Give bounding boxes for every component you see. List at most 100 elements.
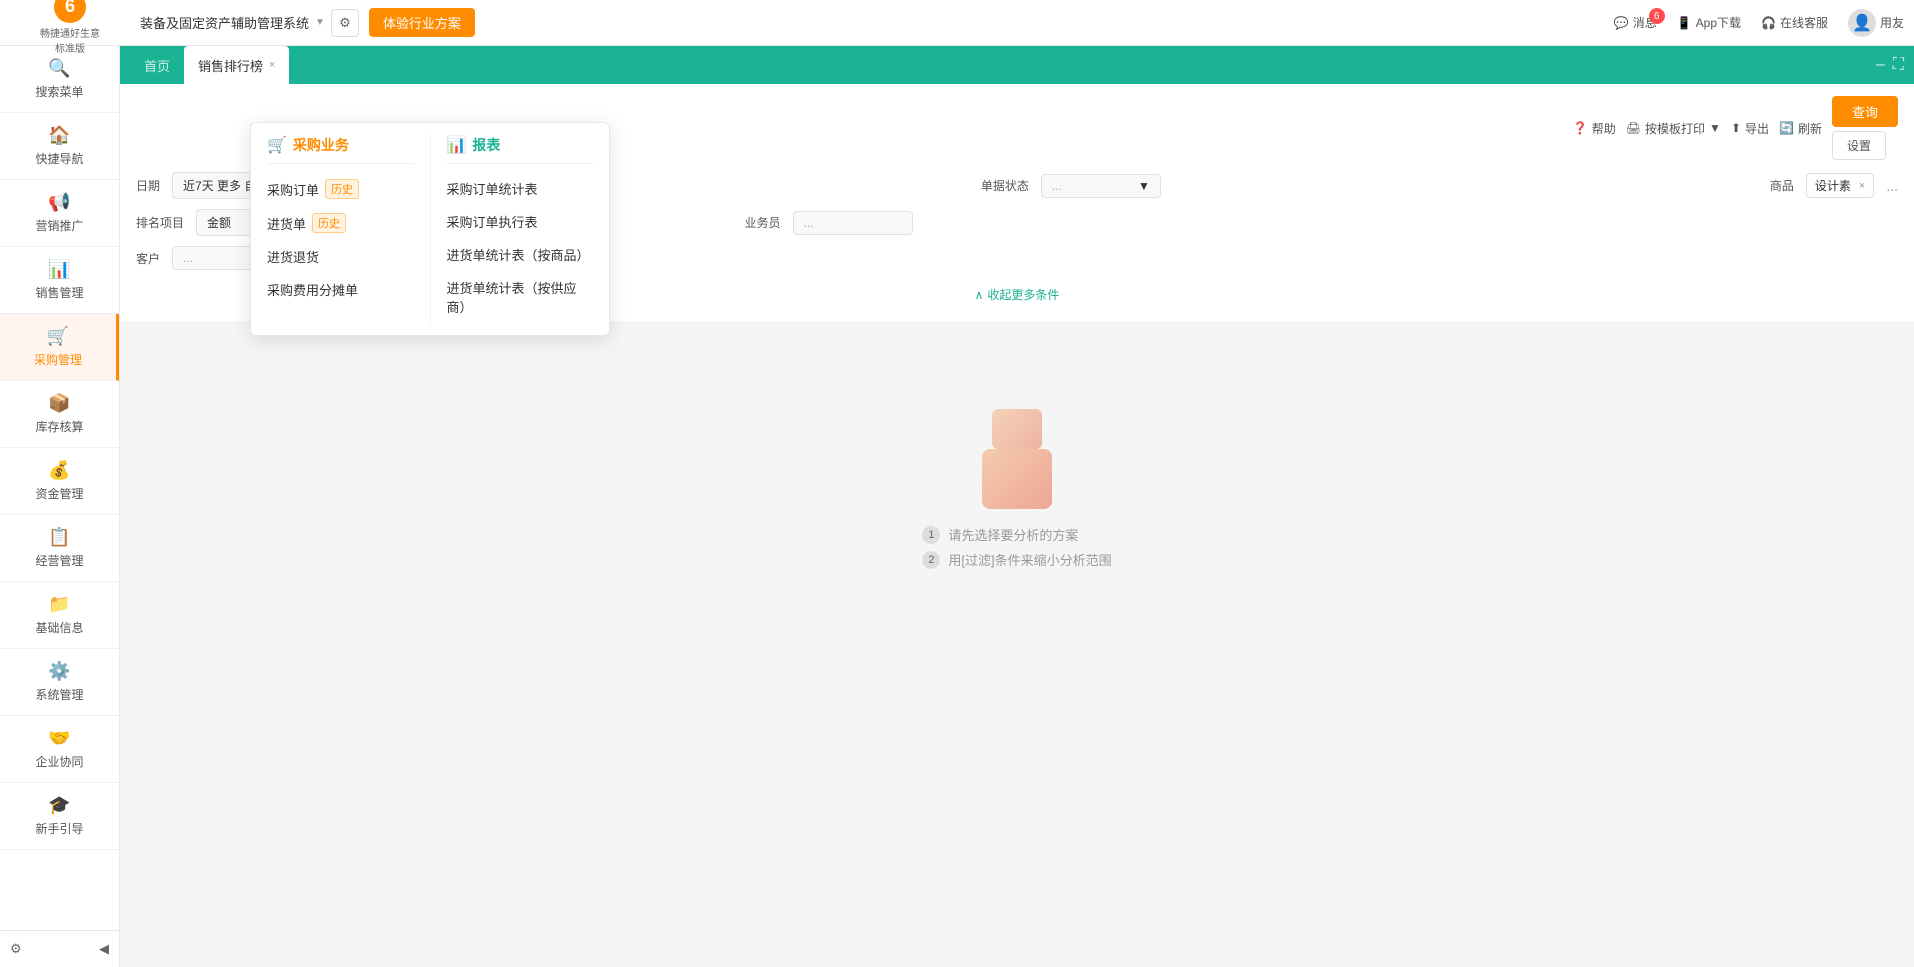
rank-item-label: 排名项目 [136, 214, 184, 231]
print-icon: 🖨 [1626, 121, 1641, 135]
print-label: 按模板打印 [1645, 120, 1705, 137]
receipt-supplier-label: 进货单统计表（按供应商） [447, 278, 594, 316]
sidebar-label-search: 搜索菜单 [35, 83, 83, 100]
hint-text-2: 用[过滤]条件来缩小分析范围 [948, 550, 1111, 569]
tab-sales-rank[interactable]: 销售排行榜 × [184, 46, 289, 84]
purchase-return-label: 进货退货 [267, 247, 319, 266]
operations-icon: 📋 [48, 527, 70, 548]
sidebar-label-marketing: 营销推广 [35, 217, 83, 234]
settings-btn[interactable]: 设置 [1832, 131, 1886, 160]
brand-name: 畅捷通好生意 [40, 25, 100, 40]
tab-minimize-btn[interactable]: – [1876, 56, 1885, 74]
sidebar-item-finance[interactable]: 💰 资金管理 [0, 448, 119, 515]
dropdown-purchase-col: 🛒 采购业务 采购订单 历史 进货单 历史 进货退货 [251, 135, 430, 323]
report-col-label: 报表 [472, 135, 500, 155]
purchase-order-label: 采购订单 [267, 180, 319, 199]
dropdown-item-purchase-expense[interactable]: 采购费用分摊单 [267, 273, 414, 306]
purchase-col-icon: 🛒 [267, 135, 287, 155]
refresh-btn[interactable]: 🔄 刷新 [1779, 120, 1822, 137]
app-download-item[interactable]: 📱 App下载 [1677, 14, 1741, 31]
page-content: ❓ 帮助 🖨 按模板打印 ▼ ⬆ 导出 🔄 刷新 [120, 84, 1914, 967]
sidebar-item-basic[interactable]: 📁 基础信息 [0, 582, 119, 649]
report-col-title: 📊 报表 [447, 135, 594, 164]
dropdown-item-po-exec[interactable]: 采购订单执行表 [447, 205, 594, 238]
dropdown-report-col: 📊 报表 采购订单统计表 采购订单执行表 进货单统计表（按商品） [431, 135, 610, 323]
tab-home-label: 首页 [144, 56, 170, 75]
dropdown-item-purchase-receipt[interactable]: 进货单 历史 [267, 206, 414, 240]
sidebar-item-system[interactable]: ⚙️ 系统管理 [0, 649, 119, 716]
rank-value: 金额 [207, 214, 231, 231]
tab-close-icon[interactable]: × [269, 59, 275, 71]
sidebar-item-operations[interactable]: 📋 经营管理 [0, 515, 119, 582]
purchase-order-history: 历史 [325, 179, 359, 199]
logo-area: 6 畅捷通好生意 标准版 [10, 0, 130, 55]
export-icon: ⬆ [1731, 121, 1741, 135]
help-icon: ❓ [1573, 121, 1588, 135]
tab-maximize-btn[interactable]: ⛶ [1893, 56, 1904, 74]
date-label: 日期 [136, 177, 160, 194]
tab-bar-actions: – ⛶ [1876, 56, 1904, 74]
sidebar-item-search[interactable]: 🔍 搜索菜单 [0, 46, 119, 113]
goods-tag[interactable]: 设计素 × [1806, 173, 1874, 198]
sidebar-label-sales: 销售管理 [35, 284, 83, 301]
sidebar-item-guide[interactable]: 🎓 新手引导 [0, 783, 119, 850]
dropdown-item-purchase-return[interactable]: 进货退货 [267, 240, 414, 273]
export-btn[interactable]: ⬆ 导出 [1731, 120, 1769, 137]
message-badge: 6 [1649, 8, 1665, 24]
goods-more[interactable]: ... [1886, 178, 1898, 194]
sidebar-item-collab[interactable]: 🤝 企业协同 [0, 716, 119, 783]
sidebar-item-sales[interactable]: 📊 销售管理 [0, 247, 119, 314]
help-btn[interactable]: ❓ 帮助 [1573, 120, 1616, 137]
sidebar-settings-btn[interactable]: ⚙ [10, 941, 22, 957]
dropdown-item-receipt-supplier[interactable]: 进货单统计表（按供应商） [447, 271, 594, 323]
purchase-receipt-label: 进货单 [267, 214, 306, 233]
goods-tag-close[interactable]: × [1859, 180, 1865, 192]
sidebar-label-basic: 基础信息 [35, 619, 83, 636]
salesperson-label: 业务员 [745, 214, 781, 231]
inventory-icon: 📦 [48, 393, 70, 414]
empty-state: 1 请先选择要分析的方案 2 用[过滤]条件来缩小分析范围 [120, 329, 1914, 655]
tab-bar: 首页 销售排行榜 × – ⛶ [120, 46, 1914, 84]
salesperson-select[interactable]: ... [793, 211, 913, 235]
empty-hint-2: 2 用[过滤]条件来缩小分析范围 [922, 550, 1111, 569]
sidebar-item-purchase[interactable]: 🛒 采购管理 [0, 314, 119, 381]
goods-label: 商品 [1770, 177, 1794, 194]
hint-num-2: 2 [922, 551, 940, 569]
finance-icon: 💰 [48, 460, 70, 481]
sidebar-label-guide: 新手引导 [35, 820, 83, 837]
gear-button[interactable]: ⚙ [331, 9, 359, 37]
sidebar-item-nav[interactable]: 🏠 快捷导航 [0, 113, 119, 180]
sidebar-label-inventory: 库存核算 [35, 418, 83, 435]
help-label: 帮助 [1592, 120, 1616, 137]
sidebar-label-nav: 快捷导航 [35, 150, 83, 167]
sales-icon: 📊 [48, 259, 70, 280]
sidebar-label-collab: 企业协同 [35, 753, 83, 770]
goods-tag-text: 设计素 [1815, 177, 1851, 194]
sidebar-item-inventory[interactable]: 📦 库存核算 [0, 381, 119, 448]
industry-btn[interactable]: 体验行业方案 [369, 8, 475, 37]
dropdown-item-receipt-goods[interactable]: 进货单统计表（按商品） [447, 238, 594, 271]
online-service-label: 在线客服 [1780, 14, 1828, 31]
dropdown-item-purchase-order[interactable]: 采购订单 历史 [267, 172, 414, 206]
tab-home[interactable]: 首页 [130, 46, 184, 84]
refresh-label: 刷新 [1798, 120, 1822, 137]
system-title-arrow[interactable]: ▼ [315, 17, 325, 28]
doc-status-select[interactable]: ... ▼ [1041, 174, 1161, 198]
message-icon: 💬 [1614, 16, 1629, 30]
customer-placeholder: ... [183, 251, 193, 265]
sidebar-item-marketing[interactable]: 📢 营销推广 [0, 180, 119, 247]
online-service-item[interactable]: 🎧 在线客服 [1761, 14, 1828, 31]
doc-status-label: 单据状态 [981, 177, 1029, 194]
main-layout: 🔍 搜索菜单 🏠 快捷导航 📢 营销推广 📊 销售管理 🛒 采购管理 📦 库存核… [0, 46, 1914, 967]
user-item[interactable]: 👤 用友 [1848, 9, 1904, 37]
search-icon: 🔍 [48, 58, 70, 79]
user-avatar: 👤 [1848, 9, 1876, 37]
print-btn[interactable]: 🖨 按模板打印 ▼ [1626, 120, 1721, 137]
salesperson-placeholder: ... [804, 216, 814, 230]
query-btn[interactable]: 查询 [1832, 96, 1898, 127]
doc-status-arrow: ▼ [1138, 179, 1150, 193]
dropdown-item-po-stat[interactable]: 采购订单统计表 [447, 172, 594, 205]
sidebar-collapse-btn[interactable]: ◀ [99, 941, 109, 957]
message-icon-item[interactable]: 💬 消息 6 [1614, 14, 1657, 31]
po-exec-label: 采购订单执行表 [447, 212, 538, 231]
